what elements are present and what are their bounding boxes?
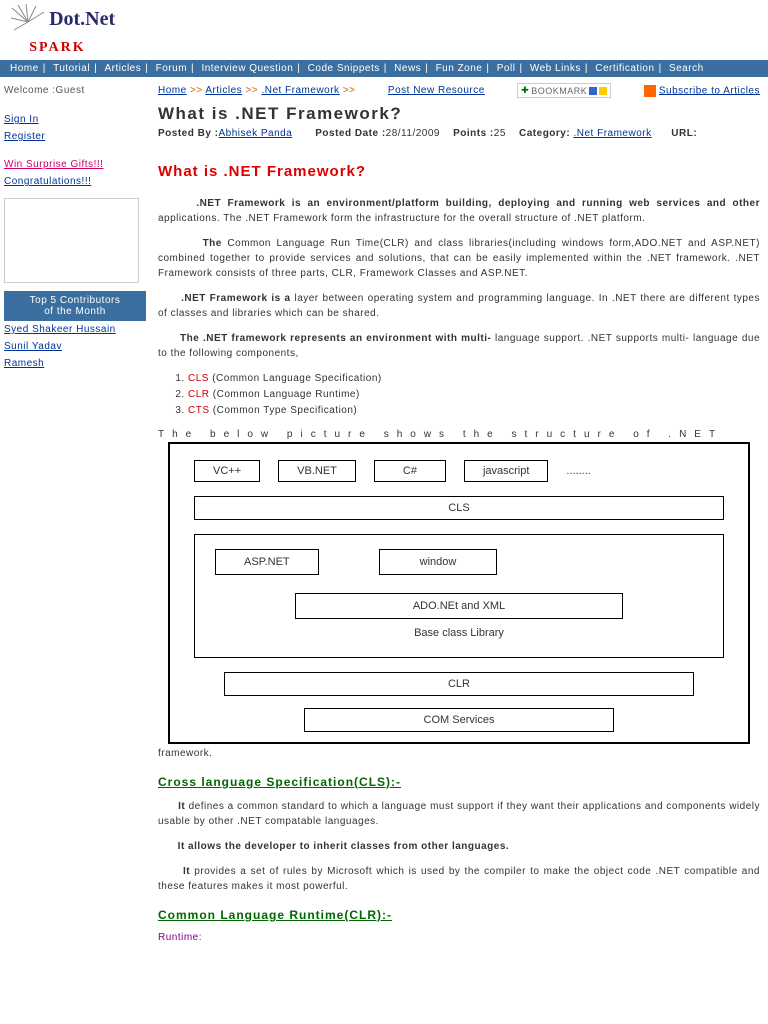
nav-snippets[interactable]: Code Snippets bbox=[306, 63, 382, 74]
contributor-link[interactable]: Syed Shakeer Hussain bbox=[4, 321, 146, 338]
paragraph: .NET Framework is a layer between operat… bbox=[158, 291, 760, 321]
after-diagram: framework. bbox=[158, 746, 760, 761]
sidebar-ad-box bbox=[4, 198, 139, 283]
diagram-ado-box: ADO.NEt and XML bbox=[295, 593, 623, 619]
bc-home[interactable]: Home bbox=[158, 85, 187, 96]
nav-weblinks[interactable]: Web Links bbox=[528, 63, 583, 74]
nav-cert[interactable]: Certification bbox=[593, 63, 656, 74]
paragraph: .NET Framework is an environment/platfor… bbox=[158, 196, 760, 226]
main-content: Home >> Articles >> .Net Framework >> Po… bbox=[150, 77, 768, 955]
diagram-lang-box: VB.NET bbox=[278, 460, 356, 482]
paragraph: It allows the developer to inherit class… bbox=[158, 839, 760, 854]
diagram-lang-box: C# bbox=[374, 460, 446, 482]
article-meta: Posted By :Abhisek Panda Posted Date :28… bbox=[158, 128, 760, 139]
diagram-clr-box: CLR bbox=[224, 672, 694, 696]
diagram-lang-box: javascript bbox=[464, 460, 548, 482]
nav-home[interactable]: Home bbox=[8, 63, 41, 74]
nav-forum[interactable]: Forum bbox=[154, 63, 189, 74]
cls-heading: Cross language Specification(CLS):- bbox=[158, 775, 760, 789]
paragraph: The Common Language Run Time(CLR) and cl… bbox=[158, 236, 760, 281]
bc-articles[interactable]: Articles bbox=[205, 85, 242, 96]
list-item: CTS (Common Type Specification) bbox=[188, 403, 760, 419]
category-link[interactable]: .Net Framework bbox=[573, 128, 651, 139]
contributor-link[interactable]: Sunil Yadav bbox=[4, 338, 146, 355]
author-link[interactable]: Abhisek Panda bbox=[219, 128, 293, 139]
welcome-text: Welcome :Guest bbox=[4, 81, 146, 100]
diagram-cls-box: CLS bbox=[194, 496, 724, 520]
list-item: CLR (Common Language Runtime) bbox=[188, 387, 760, 403]
nav-poll[interactable]: Poll bbox=[495, 63, 518, 74]
diagram-com-box: COM Services bbox=[304, 708, 614, 732]
site-logo: Dot.Net SPARK bbox=[0, 0, 768, 60]
runtime-label: Runtime: bbox=[158, 932, 760, 943]
diagram-base-label: Base class Library bbox=[215, 627, 703, 639]
article-title: What is .NET Framework? bbox=[158, 100, 760, 128]
sidebar: Welcome :Guest Sign In Register Win Surp… bbox=[0, 77, 150, 955]
diagram-base-library: ASP.NET window ADO.NEt and XML Base clas… bbox=[194, 534, 724, 658]
component-list: CLS (Common Language Specification) CLR … bbox=[188, 371, 760, 419]
surprise-link[interactable]: Win Surprise Gifts!!! bbox=[4, 156, 146, 173]
congrats-link[interactable]: Congratulations!!! bbox=[4, 173, 146, 190]
logo-sub: SPARK bbox=[29, 40, 85, 55]
nav-search[interactable]: Search bbox=[667, 63, 706, 74]
breadcrumb-row: Home >> Articles >> .Net Framework >> Po… bbox=[158, 81, 760, 100]
logo-spark-icon bbox=[10, 4, 46, 40]
nav-interview[interactable]: Interview Question bbox=[199, 63, 295, 74]
nav-fun[interactable]: Fun Zone bbox=[434, 63, 485, 74]
paragraph: It defines a common standard to which a … bbox=[158, 799, 760, 829]
content-heading: What is .NET Framework? bbox=[158, 163, 760, 180]
diagram-lang-box: VC++ bbox=[194, 460, 260, 482]
diagram-window-box: window bbox=[379, 549, 498, 575]
post-new-link[interactable]: Post New Resource bbox=[388, 85, 485, 96]
top-nav: Home| Tutorial| Articles| Forum| Intervi… bbox=[0, 60, 768, 77]
list-item: CLS (Common Language Specification) bbox=[188, 371, 760, 387]
nav-articles[interactable]: Articles bbox=[102, 63, 143, 74]
register-link[interactable]: Register bbox=[4, 128, 146, 145]
bc-net[interactable]: .Net Framework bbox=[261, 85, 339, 96]
subscribe-link[interactable]: Subscribe to Articles bbox=[644, 85, 760, 97]
paragraph: The .NET framework represents an environ… bbox=[158, 331, 760, 361]
clr-heading: Common Language Runtime(CLR):- bbox=[158, 908, 760, 922]
nav-news[interactable]: News bbox=[392, 63, 423, 74]
logo-main: Dot.Net bbox=[49, 8, 115, 30]
net-structure-diagram: VC++ VB.NET C# javascript ........ CLS A… bbox=[168, 442, 750, 744]
signin-link[interactable]: Sign In bbox=[4, 111, 146, 128]
nav-tutorial[interactable]: Tutorial bbox=[51, 63, 92, 74]
contributor-link[interactable]: Ramesh bbox=[4, 355, 146, 372]
rss-icon bbox=[644, 85, 656, 97]
paragraph: It provides a set of rules by Microsoft … bbox=[158, 864, 760, 894]
contributors-header: Top 5 Contributorsof the Month bbox=[4, 291, 146, 321]
diagram-asp-box: ASP.NET bbox=[215, 549, 319, 575]
bookmark-button[interactable]: ✚BOOKMARK bbox=[517, 83, 611, 98]
diagram-intro: The below picture shows the structure of… bbox=[158, 429, 760, 440]
